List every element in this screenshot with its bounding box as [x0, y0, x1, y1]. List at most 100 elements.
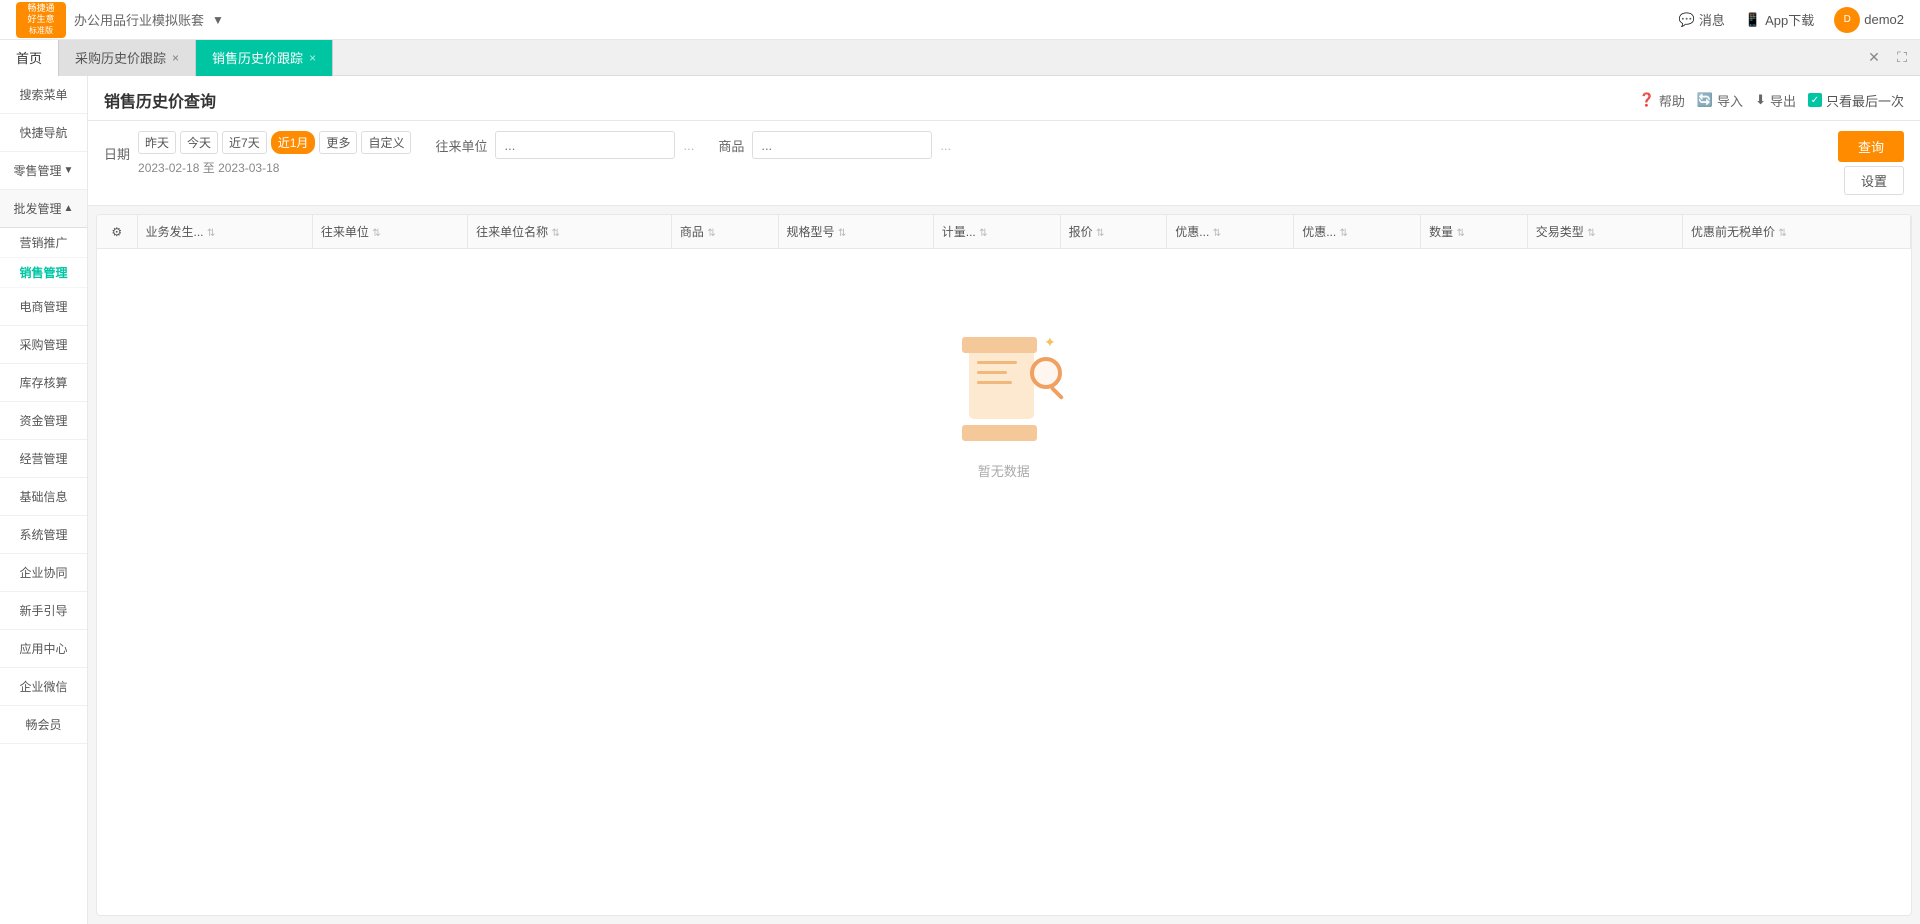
th-spec[interactable]: 规格型号 ⇅	[778, 215, 933, 249]
sidebar-item-marketing[interactable]: 营销推广	[0, 228, 87, 258]
date-btn-yesterday[interactable]: 昨天	[138, 131, 176, 154]
th-goods[interactable]: 商品 ⇅	[671, 215, 778, 249]
date-btn-custom[interactable]: 自定义	[361, 131, 411, 154]
th-biz-date-label: 业务发生...	[146, 225, 204, 239]
app-download-icon: 📱	[1745, 12, 1761, 28]
sidebar-item-wholesale-mgmt[interactable]: 批发管理 ▲	[0, 190, 87, 228]
sort-icon-quote-price: ⇅	[1096, 228, 1104, 239]
fullscreen-btn[interactable]: ⛶	[1892, 48, 1912, 68]
goods-filter-group: 商品 ...	[718, 131, 951, 159]
th-spec-label: 规格型号	[787, 225, 835, 239]
date-btn-today[interactable]: 今天	[180, 131, 218, 154]
logo-text: 畅捷通好生意标准版	[27, 3, 54, 35]
sidebar-item-search-menu[interactable]: 搜索菜单	[0, 76, 87, 114]
sidebar-item-membership[interactable]: 畅会员	[0, 706, 87, 744]
sidebar-item-finance[interactable]: 资金管理	[0, 402, 87, 440]
th-no-tax-price[interactable]: 优惠前无税单价 ⇅	[1682, 215, 1910, 249]
sidebar-item-ecommerce[interactable]: 电商管理	[0, 288, 87, 326]
sidebar-item-app-center[interactable]: 应用中心	[0, 630, 87, 668]
tab-sales-history[interactable]: 销售历史价跟踪 ×	[196, 40, 333, 76]
sidebar-item-enterprise-collab-label: 企业协同	[19, 566, 67, 580]
sidebar-item-quick-nav[interactable]: 快捷导航	[0, 114, 87, 152]
topbar: 畅捷通好生意标准版 办公用品行业模拟账套 ▼ 💬 消息 📱 App下载 D de…	[0, 0, 1920, 40]
tab-purchase-history-label: 采购历史价跟踪	[75, 48, 166, 67]
sort-icon-trade-type: ⇅	[1587, 228, 1595, 239]
sidebar-item-purchase-mgmt[interactable]: 采购管理	[0, 326, 87, 364]
query-btn[interactable]: 查询	[1838, 131, 1904, 162]
table-body: ✦ 暂无数据	[97, 249, 1911, 561]
goods-label: 商品	[718, 136, 744, 155]
help-btn[interactable]: ❓ 帮助	[1639, 91, 1685, 110]
th-unit[interactable]: 计量... ⇅	[933, 215, 1060, 249]
wholesale-expand-icon: ▲	[64, 203, 74, 214]
export-btn[interactable]: ⬇ 导出	[1755, 91, 1796, 110]
sidebar-item-retail-mgmt[interactable]: 零售管理 ▼	[0, 152, 87, 190]
th-discount1[interactable]: 优惠... ⇅	[1167, 215, 1294, 249]
sidebar-item-app-center-label: 应用中心	[19, 642, 67, 656]
date-btn-7days[interactable]: 近7天	[222, 131, 267, 154]
date-btn-more[interactable]: 更多	[319, 131, 357, 154]
close-all-btn[interactable]: ✕	[1864, 48, 1884, 68]
sidebar-item-enterprise-wechat-label: 企业微信	[19, 680, 67, 694]
th-quote-price[interactable]: 报价 ⇅	[1060, 215, 1167, 249]
sidebar-item-sales-mgmt-label: 销售管理	[19, 266, 67, 280]
page-actions: ❓ 帮助 🔄 导入 ⬇ 导出 只看最后一次	[1639, 91, 1904, 110]
import-label: 导入	[1717, 91, 1743, 110]
sidebar: 搜索菜单 快捷导航 零售管理 ▼ 批发管理 ▲ 营销推广 销售管理 电商管理 采…	[0, 76, 88, 924]
tab-sales-history-close[interactable]: ×	[309, 51, 316, 65]
partner-label: 往来单位	[435, 136, 487, 155]
sidebar-item-enterprise-collab[interactable]: 企业协同	[0, 554, 87, 592]
message-icon: 💬	[1679, 12, 1695, 28]
sort-icon-unit: ⇅	[979, 228, 987, 239]
empty-doc-line1	[977, 361, 1017, 364]
table-container: ⚙ 业务发生... ⇅ 往来单位 ⇅ 往来单位名称 ⇅	[96, 214, 1912, 916]
sidebar-item-enterprise-wechat[interactable]: 企业微信	[0, 668, 87, 706]
th-biz-date[interactable]: 业务发生... ⇅	[137, 215, 312, 249]
sidebar-item-membership-label: 畅会员	[25, 718, 61, 732]
app-download-btn[interactable]: 📱 App下载	[1745, 10, 1814, 29]
sidebar-item-purchase-mgmt-label: 采购管理	[19, 338, 67, 352]
sidebar-item-inventory-label: 库存核算	[19, 376, 67, 390]
logo: 畅捷通好生意标准版	[16, 2, 66, 38]
empty-doc-line2	[977, 371, 1007, 374]
th-partner-name[interactable]: 往来单位名称 ⇅	[468, 215, 672, 249]
date-range: 2023-02-18 至 2023-03-18	[138, 159, 411, 176]
dropdown-icon[interactable]: ▼	[212, 13, 224, 27]
topbar-right: 💬 消息 📱 App下载 D demo2	[1679, 7, 1904, 33]
tab-purchase-history[interactable]: 采购历史价跟踪 ×	[59, 40, 196, 76]
th-partner-name-label: 往来单位名称	[476, 225, 548, 239]
main-layout: 搜索菜单 快捷导航 零售管理 ▼ 批发管理 ▲ 营销推广 销售管理 电商管理 采…	[0, 76, 1920, 924]
only-last-checkbox[interactable]: 只看最后一次	[1808, 91, 1904, 110]
import-btn[interactable]: 🔄 导入	[1697, 91, 1743, 110]
th-settings[interactable]: ⚙	[97, 215, 137, 249]
th-discount2[interactable]: 优惠... ⇅	[1294, 215, 1421, 249]
th-trade-type-label: 交易类型	[1536, 225, 1584, 239]
setting-btn[interactable]: 设置	[1844, 166, 1904, 195]
th-trade-type[interactable]: 交易类型 ⇅	[1527, 215, 1682, 249]
sidebar-item-sales-mgmt[interactable]: 销售管理	[0, 258, 87, 288]
date-btn-1month[interactable]: 近1月	[271, 131, 316, 154]
page-title: 销售历史价查询	[104, 88, 216, 112]
goods-dots: ...	[940, 138, 951, 153]
sidebar-item-ecommerce-label: 电商管理	[19, 300, 67, 314]
app-download-label: App下载	[1765, 10, 1814, 29]
tab-home[interactable]: 首页	[0, 40, 59, 76]
sidebar-item-inventory[interactable]: 库存核算	[0, 364, 87, 402]
partner-input[interactable]	[495, 131, 675, 159]
th-partner-code[interactable]: 往来单位 ⇅	[312, 215, 467, 249]
th-quantity[interactable]: 数量 ⇅	[1421, 215, 1528, 249]
user-area[interactable]: D demo2	[1834, 7, 1904, 33]
sidebar-item-ops-mgmt[interactable]: 经营管理	[0, 440, 87, 478]
message-btn[interactable]: 💬 消息	[1679, 10, 1725, 29]
sidebar-item-system-mgmt[interactable]: 系统管理	[0, 516, 87, 554]
sidebar-item-base-info[interactable]: 基础信息	[0, 478, 87, 516]
tab-purchase-history-close[interactable]: ×	[172, 51, 179, 65]
goods-input[interactable]	[752, 131, 932, 159]
settings-icon: ⚙	[111, 225, 122, 239]
help-label: 帮助	[1659, 91, 1685, 110]
th-quantity-label: 数量	[1429, 225, 1453, 239]
th-discount2-label: 优惠...	[1302, 225, 1336, 239]
filter-right: 查询 设置	[1838, 131, 1904, 195]
sidebar-item-guide[interactable]: 新手引导	[0, 592, 87, 630]
empty-magnifier-circle	[1030, 357, 1062, 389]
